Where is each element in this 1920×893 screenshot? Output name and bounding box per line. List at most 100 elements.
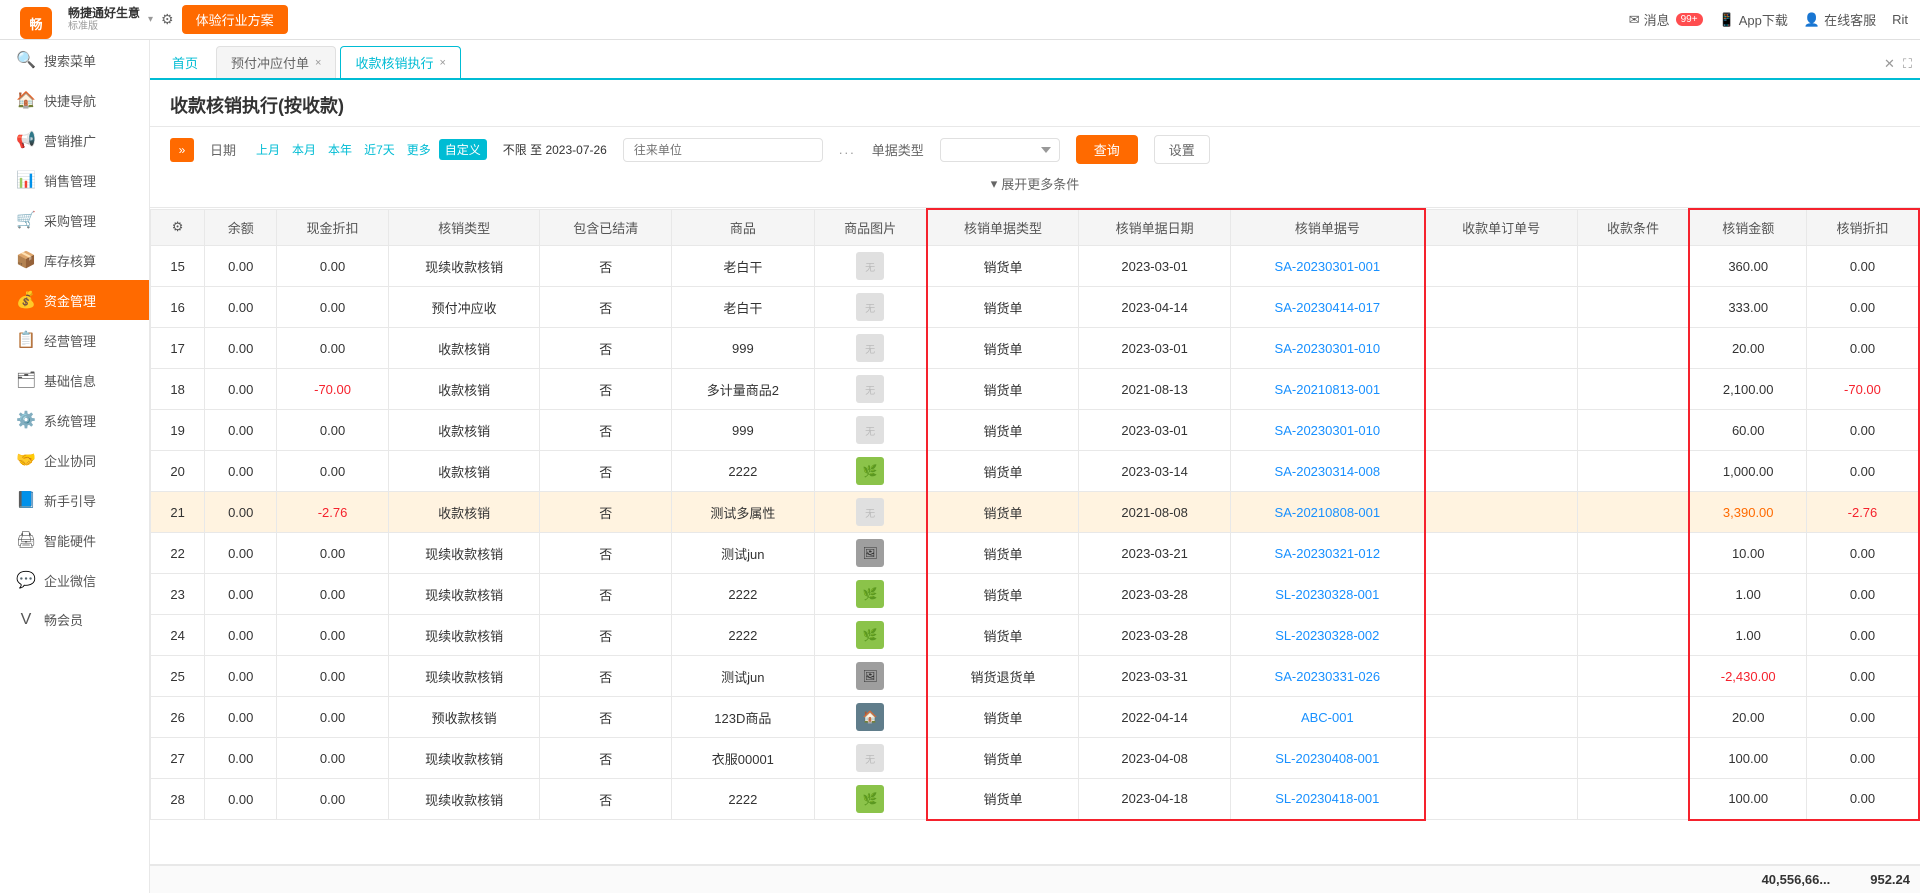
- cell-verify_amount: 333.00: [1689, 287, 1806, 328]
- date-this-year[interactable]: 本年: [324, 139, 356, 160]
- cell-verify_bill_no[interactable]: SA-20230301-001: [1230, 246, 1424, 287]
- bill-type-select[interactable]: [940, 138, 1060, 162]
- app-download-btn[interactable]: 📱 App下载: [1719, 10, 1788, 29]
- table-wrapper[interactable]: ⚙余额现金折扣核销类型包含已结清商品商品图片核销单据类型核销单据日期核销单据号收…: [150, 208, 1920, 864]
- cell-receipt_order_no: [1425, 328, 1577, 369]
- col-header-include_settled: 包含已结清: [540, 209, 672, 246]
- cell-verify_bill_no[interactable]: SL-20230328-002: [1230, 615, 1424, 656]
- tab-bar: 首页预付冲应付单 ×收款核销执行 × ✕ ⛶: [150, 40, 1920, 80]
- online-service-btn[interactable]: 👤 在线客服: [1804, 10, 1876, 29]
- cell-verify_bill_no[interactable]: SA-20230331-026: [1230, 656, 1424, 697]
- member-icon: V: [16, 611, 36, 629]
- sidebar-label-member: 畅会员: [44, 610, 83, 629]
- sidebar-item-search[interactable]: 🔍 搜索菜单: [0, 40, 149, 80]
- cell-verify_bill_type: 销货单: [927, 779, 1079, 820]
- cell-verify_bill_no[interactable]: SA-20210813-001: [1230, 369, 1424, 410]
- user-name: Rit: [1892, 12, 1908, 27]
- close-window-icon[interactable]: ✕: [1884, 56, 1895, 72]
- sidebar-label-wechat: 企业微信: [44, 571, 96, 590]
- cell-include_settled: 否: [540, 697, 672, 738]
- sidebar-item-quick-nav[interactable]: 🏠 快捷导航: [0, 80, 149, 120]
- cell-goods: 衣服00001: [672, 738, 815, 779]
- sidebar-item-sales[interactable]: 📊 销售管理: [0, 160, 149, 200]
- date-more[interactable]: 更多: [403, 139, 435, 160]
- goods-image: 🌿: [856, 621, 884, 649]
- goods-image: 无: [856, 416, 884, 444]
- cell-verify_discount: -70.00: [1806, 369, 1919, 410]
- table-area: ⚙余额现金折扣核销类型包含已结清商品商品图片核销单据类型核销单据日期核销单据号收…: [150, 208, 1920, 893]
- cell-include_settled: 否: [540, 246, 672, 287]
- chevron-down-icon[interactable]: ▾: [148, 14, 153, 25]
- cell-verify_bill_no[interactable]: SL-20230408-001: [1230, 738, 1424, 779]
- cell-verify_bill_type: 销货单: [927, 574, 1079, 615]
- tab-close-prepay[interactable]: ×: [315, 57, 321, 69]
- cell-verify_bill_no[interactable]: SL-20230328-001: [1230, 574, 1424, 615]
- cell-goods_img: 无: [814, 287, 926, 328]
- cell-verify_bill_no[interactable]: SA-20230301-010: [1230, 410, 1424, 451]
- date-last-month[interactable]: 上月: [252, 139, 284, 160]
- app-name: 畅捷通好生意: [68, 6, 140, 20]
- app-download-label: App下载: [1739, 10, 1788, 29]
- sidebar-item-hardware[interactable]: 🖨 智能硬件: [0, 520, 149, 560]
- top-bar-left: 畅 畅捷通好生意 标准版 ▾ ⚙ 体验行业方案: [12, 0, 1619, 43]
- cell-include_settled: 否: [540, 492, 672, 533]
- message-btn[interactable]: ✉ 消息 99+: [1629, 10, 1703, 29]
- cell-verify_type: 收款核销: [388, 410, 540, 451]
- message-label: 消息: [1644, 10, 1670, 29]
- filter-row-1: » 日期 上月 本月 本年 近7天 更多 自定义 不限 至 2023-07-26: [170, 135, 1900, 164]
- gear-icon[interactable]: ⚙: [161, 11, 174, 28]
- unit-input[interactable]: [623, 138, 823, 162]
- expand-window-icon[interactable]: ⛶: [1903, 56, 1912, 72]
- cell-cash_discount: 0.00: [277, 656, 389, 697]
- tab-prepay[interactable]: 预付冲应付单 ×: [216, 46, 336, 78]
- date-this-month[interactable]: 本月: [288, 139, 320, 160]
- sidebar-item-marketing[interactable]: 📢 营销推广: [0, 120, 149, 160]
- cell-cash_discount: -2.76: [277, 492, 389, 533]
- cell-verify_bill_no[interactable]: SA-20230301-010: [1230, 328, 1424, 369]
- sidebar-item-purchase[interactable]: 🛒 采购管理: [0, 200, 149, 240]
- filter-settings-btn[interactable]: 设置: [1154, 135, 1210, 164]
- sidebar-item-system[interactable]: ⚙️ 系统管理: [0, 400, 149, 440]
- tab-home[interactable]: 首页: [158, 47, 212, 78]
- industry-btn[interactable]: 体验行业方案: [182, 5, 288, 34]
- sidebar-item-inventory[interactable]: 📦 库存核算: [0, 240, 149, 280]
- cell-verify_bill_type: 销货退货单: [927, 656, 1079, 697]
- cell-verify_amount: 20.00: [1689, 328, 1806, 369]
- tab-receipt-verify[interactable]: 收款核销执行 ×: [340, 46, 460, 78]
- cell-verify_bill_no[interactable]: ABC-001: [1230, 697, 1424, 738]
- sidebar-item-operation[interactable]: 📋 经营管理: [0, 320, 149, 360]
- sidebar-item-guide[interactable]: 📘 新手引导: [0, 480, 149, 520]
- cell-cash_discount: 0.00: [277, 738, 389, 779]
- app-logo: 畅: [12, 0, 60, 43]
- date-7days[interactable]: 近7天: [360, 139, 399, 160]
- cell-verify_bill_no[interactable]: SA-20230314-008: [1230, 451, 1424, 492]
- date-custom[interactable]: 自定义: [439, 139, 487, 160]
- total-verify-discount: 952.24: [1870, 872, 1910, 887]
- cell-receipt_condition: [1577, 533, 1689, 574]
- cell-verify_bill_no[interactable]: SA-20230321-012: [1230, 533, 1424, 574]
- expand-filter-btn[interactable]: »: [170, 138, 194, 162]
- cell-cash_discount: 0.00: [277, 328, 389, 369]
- col-header-verify_bill_type: 核销单据类型: [927, 209, 1079, 246]
- cell-include_settled: 否: [540, 615, 672, 656]
- cell-include_settled: 否: [540, 369, 672, 410]
- cell-verify_bill_no[interactable]: SL-20230418-001: [1230, 779, 1424, 820]
- user-profile[interactable]: Rit: [1892, 12, 1908, 27]
- tab-close-receipt-verify[interactable]: ×: [439, 57, 445, 69]
- col-header-receipt_order_no: 收款单订单号: [1425, 209, 1577, 246]
- query-btn[interactable]: 查询: [1076, 135, 1138, 164]
- sidebar-item-wechat[interactable]: 💬 企业微信: [0, 560, 149, 600]
- cell-receipt_condition: [1577, 328, 1689, 369]
- cell-verify_bill_no[interactable]: SA-20230414-017: [1230, 287, 1424, 328]
- sidebar-item-member[interactable]: V 畅会员: [0, 600, 149, 639]
- sidebar-item-corp[interactable]: 🤝 企业协同: [0, 440, 149, 480]
- sidebar-item-finance[interactable]: 💰 资金管理: [0, 280, 149, 320]
- cell-receipt_order_no: [1425, 492, 1577, 533]
- cell-verify_bill_no[interactable]: SA-20210808-001: [1230, 492, 1424, 533]
- cell-verify_amount: 100.00: [1689, 738, 1806, 779]
- cell-cash_discount: 0.00: [277, 287, 389, 328]
- expand-conditions-btn[interactable]: ▾ 展开更多条件: [170, 168, 1900, 199]
- cell-verify_bill_date: 2023-03-21: [1079, 533, 1231, 574]
- cell-verify_discount: 0.00: [1806, 738, 1919, 779]
- sidebar-item-basic[interactable]: 🗂 基础信息: [0, 360, 149, 400]
